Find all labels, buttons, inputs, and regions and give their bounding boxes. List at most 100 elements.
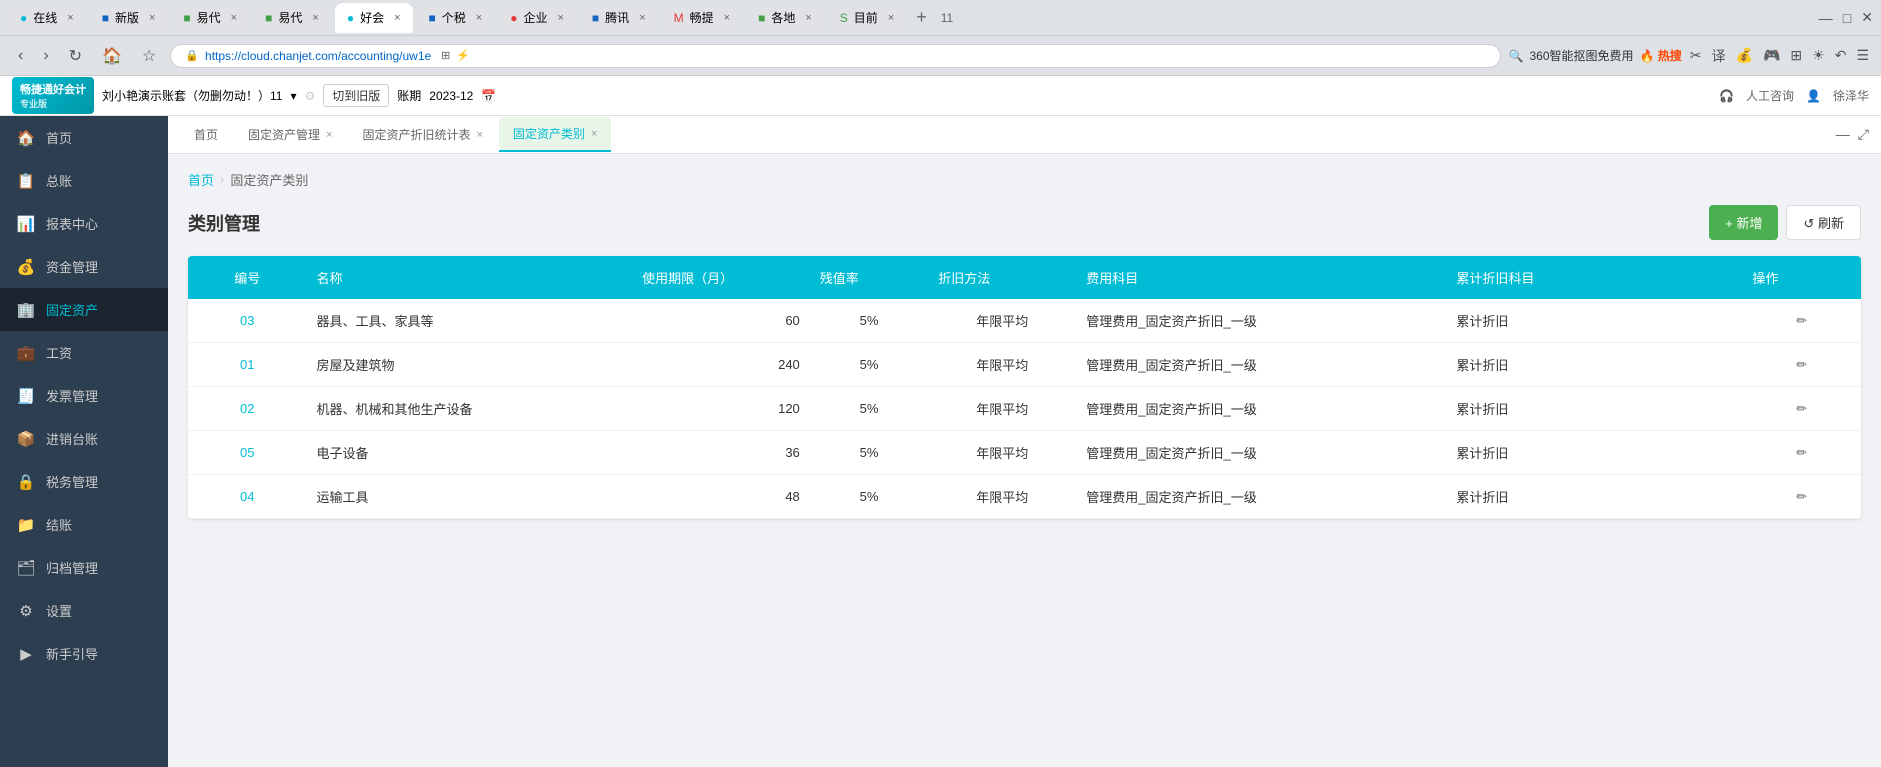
tab-close-10[interactable]: ×: [888, 12, 894, 24]
cell-action-0[interactable]: ✏: [1743, 299, 1862, 343]
wallet-icon[interactable]: 💰: [1736, 47, 1753, 64]
sidebar-label-settings: 设置: [46, 601, 72, 620]
edit-icon-3[interactable]: ✏: [1796, 445, 1807, 460]
browser-tab-7[interactable]: ■ 腾讯 ×: [580, 3, 658, 33]
cell-period-0: 60: [632, 299, 810, 343]
content-tab-depreciation-close[interactable]: ×: [476, 129, 482, 141]
browser-tab-6[interactable]: ● 企业 ×: [498, 3, 576, 33]
table-row: 05 电子设备 36 5% 年限平均 管理费用_固定资产折旧_一级 累计折旧 ✏: [188, 431, 1861, 475]
cell-action-1[interactable]: ✏: [1743, 343, 1862, 387]
content-tab-assets-label: 固定资产管理: [248, 126, 320, 143]
browser-tab-1[interactable]: ■ 新版 ×: [90, 3, 168, 33]
cell-accum-2: 累计折旧: [1446, 387, 1742, 431]
table-row: 03 器具、工具、家具等 60 5% 年限平均 管理费用_固定资产折旧_一级 累…: [188, 299, 1861, 343]
browser-tab-4[interactable]: ● 好会 ×: [335, 3, 413, 33]
tab-close-5[interactable]: ×: [476, 12, 482, 24]
sidebar-item-payroll[interactable]: 💼 工资: [0, 331, 168, 374]
sidebar-item-ledger[interactable]: 📋 总账: [0, 159, 168, 202]
back-button[interactable]: ‹: [12, 43, 29, 69]
close-window-icon[interactable]: ✕: [1861, 9, 1873, 26]
url-bar[interactable]: 🔒 https://cloud.chanjet.com/accounting/u…: [170, 44, 1500, 68]
forward-button[interactable]: ›: [37, 43, 54, 69]
content-tab-home[interactable]: 首页: [180, 118, 232, 151]
tab-close-6[interactable]: ×: [557, 12, 563, 24]
tab-close-4[interactable]: ×: [394, 12, 400, 24]
content-tab-assets[interactable]: 固定资产管理 ×: [234, 118, 346, 151]
new-tab-button[interactable]: +: [910, 7, 933, 28]
search-bar[interactable]: 🔍 360智能抠图免费用 🔥 热搜: [1509, 47, 1682, 64]
sidebar-label-ledger: 总账: [46, 171, 72, 190]
scissors-icon[interactable]: ✂: [1690, 47, 1702, 64]
sidebar-item-guide[interactable]: ▶ 新手引导: [0, 632, 168, 675]
browser-tab-8[interactable]: M 畅提 ×: [662, 3, 742, 33]
minimize-icon[interactable]: —: [1819, 10, 1833, 26]
tab-label-2: 易代: [197, 9, 221, 26]
sidebar-item-settings[interactable]: ⚙ 设置: [0, 589, 168, 632]
window-minimize-icon[interactable]: —: [1836, 126, 1850, 143]
reload-button[interactable]: ↻: [63, 42, 88, 70]
refresh-button[interactable]: ↺ 刷新: [1786, 205, 1861, 240]
content-tab-category[interactable]: 固定资产类别 ×: [499, 117, 611, 152]
sidebar-item-home[interactable]: 🏠 首页: [0, 116, 168, 159]
cell-action-4[interactable]: ✏: [1743, 475, 1862, 519]
cell-rate-3: 5%: [810, 431, 928, 475]
maximize-icon[interactable]: □: [1843, 10, 1851, 26]
settings-icon[interactable]: ⚙: [305, 89, 316, 103]
cell-accum-1: 累计折旧: [1446, 343, 1742, 387]
edit-icon-1[interactable]: ✏: [1796, 357, 1807, 372]
sidebar-item-archive[interactable]: 🗂 归档管理: [0, 546, 168, 589]
cell-expense-4: 管理费用_固定资产折旧_一级: [1076, 475, 1446, 519]
tab-close-2[interactable]: ×: [231, 12, 237, 24]
translate-icon[interactable]: 译: [1712, 46, 1726, 66]
service-label[interactable]: 人工咨询: [1746, 87, 1794, 104]
invoice-icon: 🧾: [16, 387, 36, 405]
history-icon[interactable]: ↶: [1835, 47, 1847, 64]
tab-close-9[interactable]: ×: [805, 12, 811, 24]
cell-action-2[interactable]: ✏: [1743, 387, 1862, 431]
theme-icon[interactable]: ☀: [1812, 47, 1825, 64]
add-button[interactable]: + 新增: [1709, 205, 1778, 240]
browser-tab-10[interactable]: S 目前 ×: [828, 3, 906, 33]
content-tab-assets-close[interactable]: ×: [326, 129, 332, 141]
tab-close-7[interactable]: ×: [639, 12, 645, 24]
sidebar-item-closing[interactable]: 📁 结账: [0, 503, 168, 546]
sidebar-item-finance[interactable]: 💰 资金管理: [0, 245, 168, 288]
edit-icon-2[interactable]: ✏: [1796, 401, 1807, 416]
edit-icon-4[interactable]: ✏: [1796, 489, 1807, 504]
tab-close-1[interactable]: ×: [149, 12, 155, 24]
cell-name-0: 器具、工具、家具等: [306, 299, 632, 343]
switch-version-button[interactable]: 切到旧版: [323, 84, 389, 107]
sidebar-item-reports[interactable]: 📊 报表中心: [0, 202, 168, 245]
tab-close-8[interactable]: ×: [724, 12, 730, 24]
content-tab-depreciation[interactable]: 固定资产折旧统计表 ×: [348, 118, 496, 151]
menu-icon[interactable]: ☰: [1856, 47, 1869, 64]
tab-close-0[interactable]: ×: [67, 12, 73, 24]
browser-tab-9[interactable]: ■ 各地 ×: [746, 3, 824, 33]
sidebar-item-invoice[interactable]: 🧾 发票管理: [0, 374, 168, 417]
cell-action-3[interactable]: ✏: [1743, 431, 1862, 475]
tab-close-3[interactable]: ×: [312, 12, 318, 24]
sidebar-item-fixed-assets[interactable]: 🏢 固定资产: [0, 288, 168, 331]
home-button[interactable]: 🏠: [96, 42, 128, 70]
sidebar-item-tax[interactable]: 🔒 税务管理: [0, 460, 168, 503]
browser-tab-2[interactable]: ■ 易代 ×: [171, 3, 249, 33]
calendar-icon[interactable]: 📅: [481, 89, 496, 103]
sidebar-item-inventory[interactable]: 📦 进销台账: [0, 417, 168, 460]
window-maximize-icon[interactable]: ⤢: [1858, 126, 1869, 143]
game-icon[interactable]: 🎮: [1763, 47, 1780, 64]
period-value: 2023-12: [429, 89, 473, 103]
tab-label-5: 个税: [442, 9, 466, 26]
sidebar-label-tax: 税务管理: [46, 472, 98, 491]
content-tab-category-close[interactable]: ×: [591, 128, 597, 140]
browser-tab-3[interactable]: ■ 易代 ×: [253, 3, 331, 33]
dropdown-icon[interactable]: ▾: [290, 89, 296, 103]
page-header: 类别管理 + 新增 ↺ 刷新: [188, 205, 1861, 240]
ledger-icon: 📋: [16, 172, 36, 190]
browser-tab-5[interactable]: ■ 个税 ×: [417, 3, 495, 33]
grid-icon[interactable]: ⊞: [1790, 47, 1802, 64]
app-header: 畅捷通好会计 专业版 刘小艳演示账套（勿删勿动！）11 ▾ ⚙ 切到旧版 账期 …: [0, 76, 1881, 116]
breadcrumb-home[interactable]: 首页: [188, 170, 214, 189]
edit-icon-0[interactable]: ✏: [1796, 313, 1807, 328]
bookmark-button[interactable]: ☆: [136, 42, 162, 70]
browser-tab-0[interactable]: ● 在线 ×: [8, 3, 86, 33]
